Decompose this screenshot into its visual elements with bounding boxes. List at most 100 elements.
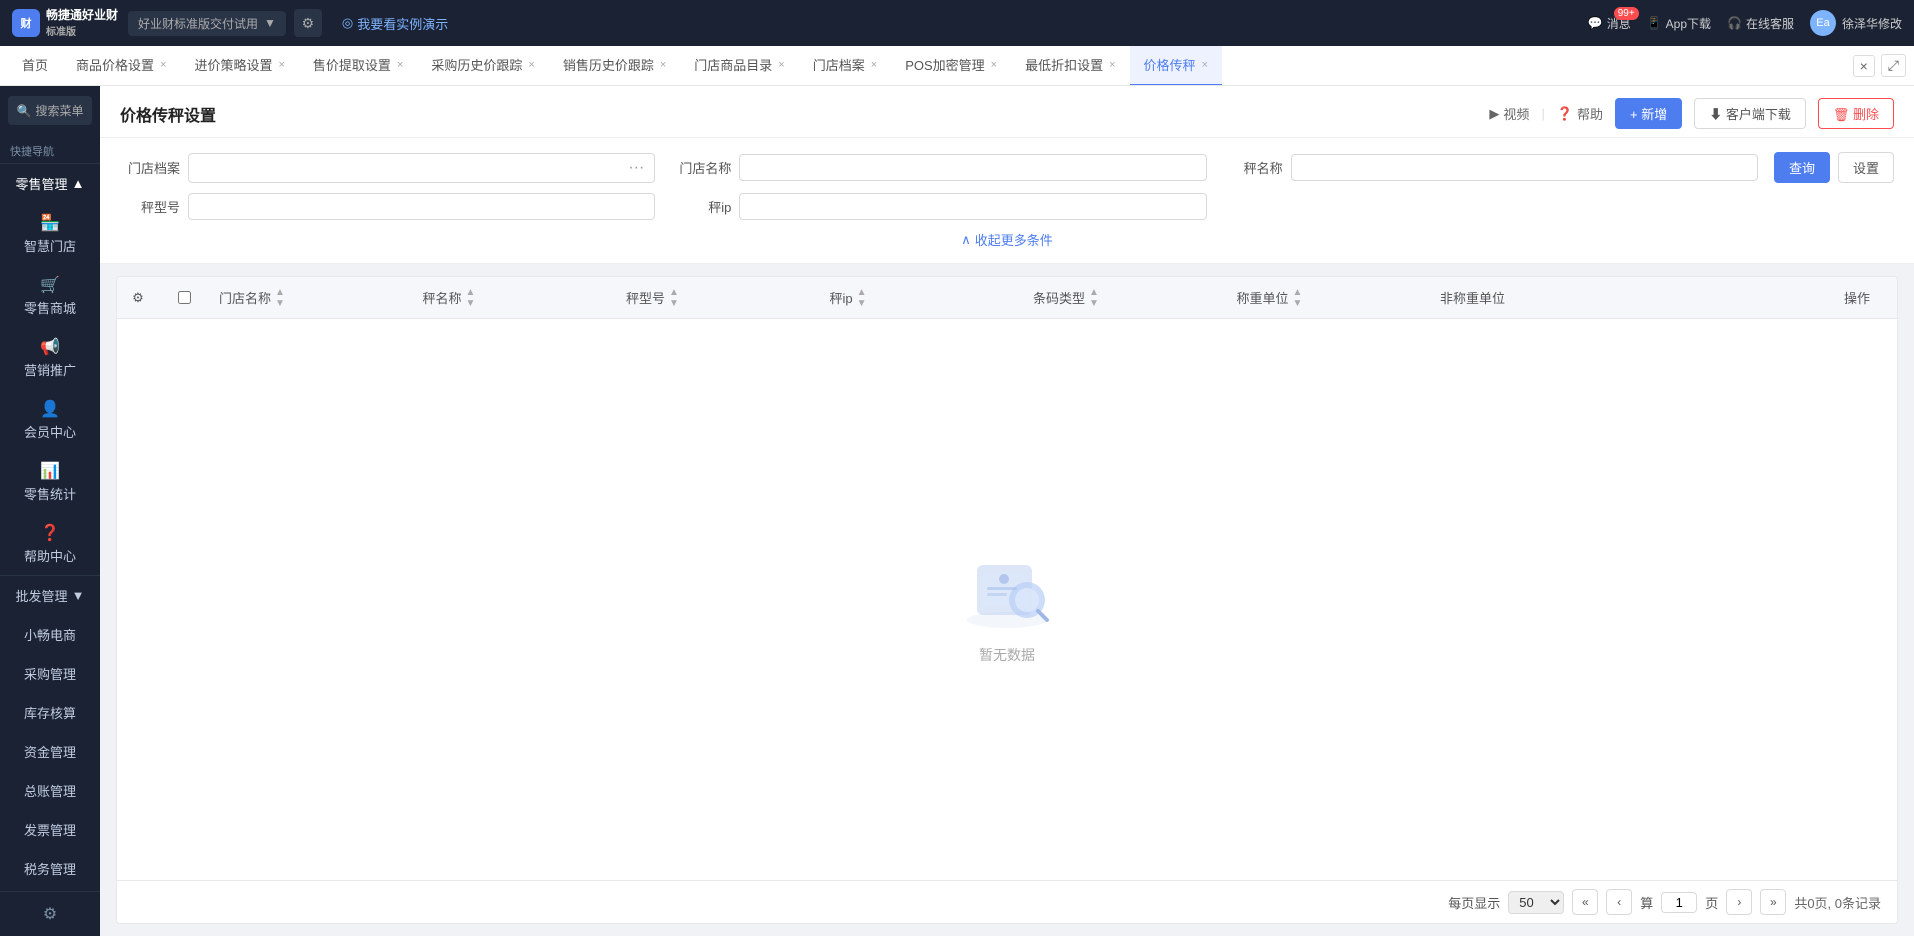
logo-icon: 财 xyxy=(12,9,40,37)
tab-close-icon[interactable]: × xyxy=(871,59,877,71)
scale-name-input[interactable] xyxy=(1291,154,1758,181)
tab-close-icon[interactable]: × xyxy=(278,59,284,71)
sidebar-item-retail-stats[interactable]: 📊 零售统计 xyxy=(0,451,100,513)
empty-text: 暂无数据 xyxy=(979,645,1035,665)
sort-icon: ▲▼ xyxy=(857,287,867,309)
dots-icon[interactable]: ··· xyxy=(628,159,644,177)
tab-close-all-btn[interactable]: × xyxy=(1853,55,1875,77)
sidebar-section-retail-header[interactable]: 零售管理 ▲ xyxy=(0,164,100,203)
tab-expand-btn[interactable]: ⤢ xyxy=(1881,54,1906,77)
search-menu-btn[interactable]: 🔍 搜索菜单 xyxy=(8,96,92,125)
page-number-input[interactable] xyxy=(1661,892,1697,913)
settings-gear-btn[interactable]: ⚙ xyxy=(294,9,322,37)
search-menu-label: 搜索菜单 xyxy=(35,102,83,119)
help-link[interactable]: ❓ 帮助 xyxy=(1557,104,1603,123)
page-word-label: 算 xyxy=(1640,893,1653,912)
online-service-item[interactable]: 🎧 在线客服 xyxy=(1727,15,1794,32)
tab-sale-history[interactable]: 销售历史价跟踪 × xyxy=(549,46,680,86)
per-page-select[interactable]: 10 20 50 100 xyxy=(1508,891,1564,914)
sidebar-item-purchase[interactable]: 采购管理 xyxy=(0,654,100,693)
tab-pos-management[interactable]: POS加密管理 × xyxy=(891,46,1011,86)
store-name-input[interactable] xyxy=(739,154,1206,181)
version-selector[interactable]: 好业财标准版交付试用 ▼ xyxy=(128,11,286,36)
app-download-item[interactable]: 📱 App下载 xyxy=(1647,15,1711,32)
th-scale-model[interactable]: 秤型号 ▲▼ xyxy=(616,279,820,317)
invoice-label: 发票管理 xyxy=(24,820,76,839)
scale-model-input[interactable] xyxy=(188,193,655,220)
filter-scale-model: 秤型号 xyxy=(120,193,655,220)
settings-button[interactable]: 设置 xyxy=(1838,152,1894,183)
sidebar-settings-icon[interactable]: ⚙ xyxy=(0,904,100,924)
store-file-select[interactable]: ··· xyxy=(188,153,655,183)
sidebar-item-finance[interactable]: 资金管理 xyxy=(0,732,100,771)
sort-icon: ▲▼ xyxy=(275,287,285,309)
sidebar-item-retail-mall[interactable]: 🛒 零售商城 xyxy=(0,265,100,327)
tab-purchase-history[interactable]: 采购历史价跟踪 × xyxy=(417,46,548,86)
sidebar-item-member[interactable]: 👤 会员中心 xyxy=(0,389,100,451)
help-icon: ❓ xyxy=(40,523,60,543)
scale-ip-input[interactable] xyxy=(739,193,1206,220)
message-icon-item[interactable]: 💬 消息 99+ xyxy=(1588,15,1631,32)
tab-store-file[interactable]: 门店档案 × xyxy=(799,46,891,86)
tab-close-icon[interactable]: × xyxy=(1109,59,1115,71)
per-page-label: 每页显示 xyxy=(1448,893,1500,912)
prev-page-btn[interactable]: ‹ xyxy=(1606,889,1632,915)
app-name: 畅捷通好业财 xyxy=(46,8,118,22)
select-all-checkbox[interactable] xyxy=(178,291,191,304)
tab-close-icon[interactable]: × xyxy=(397,59,403,71)
page-title: 价格传秤设置 xyxy=(120,102,216,126)
tab-price-scale[interactable]: 价格传秤 × xyxy=(1130,46,1222,86)
sidebar-item-marketing[interactable]: 📢 营销推广 xyxy=(0,327,100,389)
member-icon: 👤 xyxy=(40,399,60,419)
sidebar-item-invoice[interactable]: 发票管理 xyxy=(0,810,100,849)
sidebar-section-retail: 零售管理 ▲ 🏪 智慧门店 🛒 零售商城 📢 营销推广 👤 会员中心 📊 xyxy=(0,163,100,575)
th-store-name[interactable]: 门店名称 ▲▼ xyxy=(209,279,413,317)
sidebar-item-tax[interactable]: 税务管理 xyxy=(0,849,100,888)
chevron-up-icon: ▲ xyxy=(72,176,85,191)
sidebar-item-inventory[interactable]: 库存核算 xyxy=(0,693,100,732)
th-scale-ip[interactable]: 秤ip ▲▼ xyxy=(820,279,1024,317)
tab-close-icon[interactable]: × xyxy=(778,59,784,71)
tab-close-icon[interactable]: × xyxy=(991,59,997,71)
delete-button[interactable]: 🗑 删除 xyxy=(1818,98,1894,129)
tab-purchase-strategy[interactable]: 进价策略设置 × xyxy=(180,46,298,86)
th-settings[interactable]: ⚙ xyxy=(117,282,159,314)
sidebar-item-help-center[interactable]: ❓ 帮助中心 xyxy=(0,513,100,575)
video-link[interactable]: ▶ 视频 xyxy=(1489,104,1529,123)
tab-store-catalog[interactable]: 门店商品目录 × xyxy=(680,46,798,86)
tab-close-icon[interactable]: × xyxy=(528,59,534,71)
app-download-icon: 📱 xyxy=(1647,16,1662,30)
marketing-icon: 📢 xyxy=(40,337,60,357)
top-bar-right: 💬 消息 99+ 📱 App下载 🎧 在线客服 Ea 徐泽华修改 xyxy=(1588,10,1902,36)
next-page-btn[interactable]: › xyxy=(1726,889,1752,915)
th-weight-unit[interactable]: 称重单位 ▲▼ xyxy=(1227,279,1431,317)
scale-name-label: 秤名称 xyxy=(1223,158,1283,177)
demo-button[interactable]: ◎ 我要看实例演示 xyxy=(342,14,448,33)
content-area: 价格传秤设置 ▶ 视频 | ❓ 帮助 + 新增 ⬇ 客户端下载 🗑 删除 xyxy=(100,86,1914,936)
tab-bar-end: × ⤢ xyxy=(1853,54,1906,77)
tab-min-discount[interactable]: 最低折扣设置 × xyxy=(1011,46,1129,86)
first-page-btn[interactable]: « xyxy=(1572,889,1598,915)
tab-home[interactable]: 首页 xyxy=(8,46,62,86)
th-scale-name[interactable]: 秤名称 ▲▼ xyxy=(413,279,617,317)
filter-area: 门店档案 ··· 门店名称 秤名称 查询 设置 xyxy=(100,138,1914,264)
sidebar-item-general-ledger[interactable]: 总账管理 xyxy=(0,771,100,810)
sidebar-section-wholesale-header[interactable]: 批发管理 ▼ xyxy=(0,576,100,615)
download-button[interactable]: ⬇ 客户端下载 xyxy=(1694,98,1806,129)
tab-price-settings[interactable]: 商品价格设置 × xyxy=(62,46,180,86)
tab-sale-price[interactable]: 售价提取设置 × xyxy=(299,46,417,86)
th-action: 操作 xyxy=(1817,280,1897,315)
tab-close-icon[interactable]: × xyxy=(660,59,666,71)
tab-close-icon[interactable]: × xyxy=(1202,59,1208,71)
user-item[interactable]: Ea 徐泽华修改 xyxy=(1810,10,1902,36)
last-page-btn[interactable]: » xyxy=(1760,889,1786,915)
empty-illustration xyxy=(947,535,1067,635)
tab-close-icon[interactable]: × xyxy=(160,59,166,71)
th-barcode-type[interactable]: 条码类型 ▲▼ xyxy=(1023,279,1227,317)
query-button[interactable]: 查询 xyxy=(1774,152,1830,183)
collapse-button[interactable]: ∧ 收起更多条件 xyxy=(120,230,1894,249)
sort-icon: ▲▼ xyxy=(1089,287,1099,309)
sidebar-item-ecommerce[interactable]: 小畅电商 xyxy=(0,615,100,654)
add-button[interactable]: + 新增 xyxy=(1615,98,1682,129)
sidebar-item-smart-store[interactable]: 🏪 智慧门店 xyxy=(0,203,100,265)
